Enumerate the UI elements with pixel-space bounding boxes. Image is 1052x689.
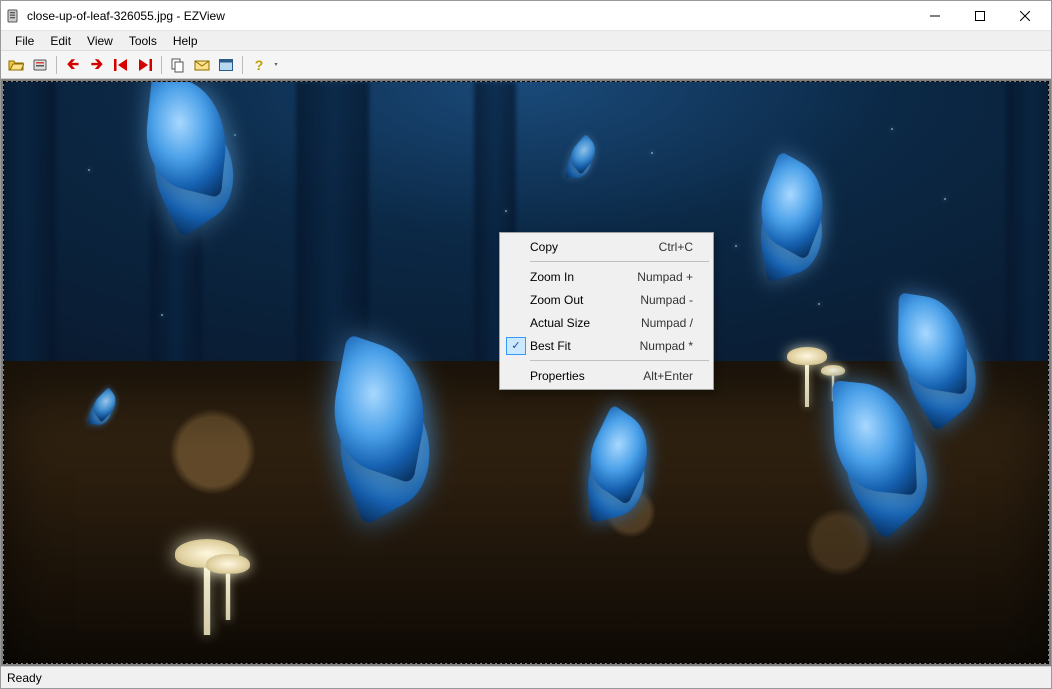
checkmark-icon: ✓: [506, 337, 526, 355]
prev-button[interactable]: 🡰: [62, 54, 84, 76]
last-button[interactable]: [134, 54, 156, 76]
mail-button[interactable]: [191, 54, 213, 76]
context-menu-shortcut: Numpad *: [640, 339, 693, 353]
context-menu-label: Copy: [530, 240, 659, 254]
fullscreen-button[interactable]: [215, 54, 237, 76]
copy-button[interactable]: [167, 54, 189, 76]
context-menu-copy[interactable]: Copy Ctrl+C: [502, 235, 711, 258]
menu-file[interactable]: File: [7, 32, 42, 50]
menu-edit[interactable]: Edit: [42, 32, 79, 50]
menubar: File Edit View Tools Help: [1, 31, 1051, 51]
menu-help[interactable]: Help: [165, 32, 206, 50]
context-menu-shortcut: Ctrl+C: [659, 240, 693, 254]
toolbar-separator: [161, 56, 162, 74]
open-button[interactable]: [5, 54, 27, 76]
first-button[interactable]: [110, 54, 132, 76]
context-menu-label: Zoom In: [530, 270, 637, 284]
next-button[interactable]: 🡲: [86, 54, 108, 76]
context-menu-properties[interactable]: Properties Alt+Enter: [502, 364, 711, 387]
context-menu-best-fit[interactable]: ✓ Best Fit Numpad *: [502, 334, 711, 357]
status-text: Ready: [7, 671, 42, 685]
context-menu-shortcut: Numpad +: [637, 270, 693, 284]
context-menu-zoom-in[interactable]: Zoom In Numpad +: [502, 265, 711, 288]
context-menu-shortcut: Numpad -: [640, 293, 693, 307]
menu-view[interactable]: View: [79, 32, 121, 50]
close-button[interactable]: [1002, 1, 1047, 31]
context-menu-label: Zoom Out: [530, 293, 640, 307]
scan-button[interactable]: [29, 54, 51, 76]
toolbar-separator: [56, 56, 57, 74]
context-menu-separator: [530, 360, 709, 361]
app-icon: [5, 8, 21, 24]
context-menu-separator: [530, 261, 709, 262]
toolbar-overflow[interactable]: ▾: [272, 54, 280, 76]
context-menu: Copy Ctrl+C Zoom In Numpad + Zoom Out Nu…: [499, 232, 714, 390]
window-title: close-up-of-leaf-326055.jpg - EZView: [27, 9, 225, 23]
titlebar: close-up-of-leaf-326055.jpg - EZView: [1, 1, 1051, 31]
minimize-button[interactable]: [912, 1, 957, 31]
toolbar-separator: [242, 56, 243, 74]
context-menu-label: Best Fit: [530, 339, 640, 353]
context-menu-shortcut: Alt+Enter: [643, 369, 693, 383]
context-menu-shortcut: Numpad /: [641, 316, 693, 330]
content-area: Copy Ctrl+C Zoom In Numpad + Zoom Out Nu…: [1, 79, 1051, 666]
context-menu-label: Properties: [530, 369, 643, 383]
image-frame: Copy Ctrl+C Zoom In Numpad + Zoom Out Nu…: [3, 81, 1049, 664]
context-menu-actual-size[interactable]: Actual Size Numpad /: [502, 311, 711, 334]
context-menu-zoom-out[interactable]: Zoom Out Numpad -: [502, 288, 711, 311]
statusbar: Ready: [1, 666, 1051, 688]
toolbar: 🡰 🡲 ? ▾: [1, 51, 1051, 79]
context-menu-label: Actual Size: [530, 316, 641, 330]
help-button[interactable]: ?: [248, 54, 270, 76]
maximize-button[interactable]: [957, 1, 1002, 31]
menu-tools[interactable]: Tools: [121, 32, 165, 50]
